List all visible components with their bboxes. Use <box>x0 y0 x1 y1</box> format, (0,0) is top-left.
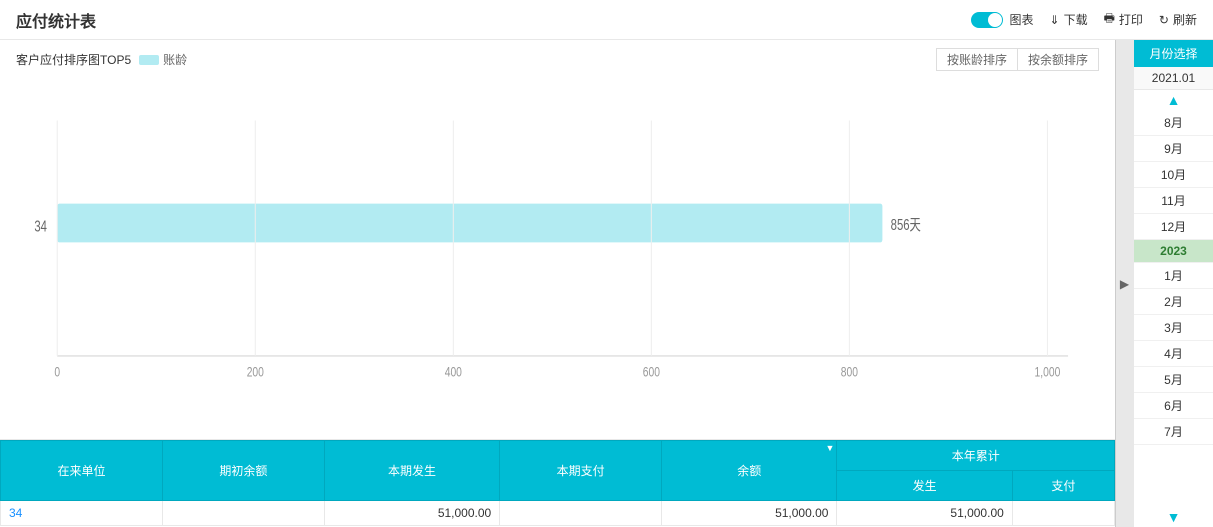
sidebar-title: 月份选择 <box>1134 40 1213 67</box>
svg-text:400: 400 <box>445 364 462 380</box>
page-title: 应付统计表 <box>16 8 96 32</box>
month-item[interactable]: 6月 <box>1134 393 1213 419</box>
print-icon: 🖶 <box>1104 9 1115 30</box>
sidebar-toggle[interactable]: ▶ <box>1115 40 1133 527</box>
toggle-track[interactable] <box>971 12 1003 28</box>
col-header-ytd-pay: 支付 <box>1012 471 1114 501</box>
col-header-unit: 在来单位 <box>1 441 163 501</box>
chart-wrapper: 34 856天 0 200 400 600 800 1,000 <box>0 79 1115 439</box>
month-item[interactable]: 4月 <box>1134 341 1213 367</box>
month-item[interactable]: 3月 <box>1134 315 1213 341</box>
balance-filter-icon[interactable]: ▼ <box>826 443 835 453</box>
chart-label: 图表 <box>1009 11 1033 28</box>
cell-ytd-pay <box>1012 501 1114 526</box>
legend-title: 客户应付排序图TOP5 <box>16 51 131 68</box>
toggle-knob <box>988 13 1002 27</box>
sort-by-age-button[interactable]: 按账龄排序 <box>936 48 1017 71</box>
svg-text:200: 200 <box>247 364 264 380</box>
cell-current-occur: 51,000.00 <box>324 501 499 526</box>
svg-text:600: 600 <box>643 364 660 380</box>
month-item[interactable]: 2023 <box>1134 240 1213 263</box>
sidebar-down-button[interactable]: ▼ <box>1134 507 1213 527</box>
print-label: 打印 <box>1119 11 1143 28</box>
col-header-current-occur: 本期发生 <box>324 441 499 501</box>
cell-balance: 51,000.00 <box>662 501 837 526</box>
svg-text:34: 34 <box>34 218 47 235</box>
sidebar-up-button[interactable]: ▲ <box>1134 90 1213 110</box>
legend-item-age: 账龄 <box>139 51 187 68</box>
header: 应付统计表 图表 ⇓ 下载 🖶 打印 ↻ 刷新 <box>0 0 1213 40</box>
data-table: 在来单位 期初余额 本期发生 本期支付 余额 ▼ 本年累计 发生 <box>0 440 1115 526</box>
refresh-icon: ↻ <box>1159 13 1169 27</box>
header-actions: 图表 ⇓ 下载 🖶 打印 ↻ 刷新 <box>971 9 1197 30</box>
svg-text:1,000: 1,000 <box>1035 364 1061 380</box>
svg-text:0: 0 <box>54 364 60 380</box>
month-item[interactable]: 7月 <box>1134 419 1213 445</box>
chart-sort-buttons: 按账龄排序 按余额排序 <box>936 48 1099 71</box>
month-item[interactable]: 9月 <box>1134 136 1213 162</box>
col-header-ytd: 本年累计 <box>837 441 1115 471</box>
table-header-row: 在来单位 期初余额 本期发生 本期支付 余额 ▼ 本年累计 <box>1 441 1115 471</box>
refresh-button[interactable]: ↻ 刷新 <box>1159 11 1197 28</box>
chart-legend: 客户应付排序图TOP5 账龄 <box>16 51 187 68</box>
page-container: 应付统计表 图表 ⇓ 下载 🖶 打印 ↻ 刷新 <box>0 0 1213 527</box>
download-icon: ⇓ <box>1050 13 1060 27</box>
svg-text:800: 800 <box>841 364 858 380</box>
month-item[interactable]: 10月 <box>1134 162 1213 188</box>
chevron-right-icon: ▶ <box>1120 277 1129 291</box>
col-header-ytd-occur: 发生 <box>837 471 1012 501</box>
month-item[interactable]: 5月 <box>1134 367 1213 393</box>
chart-section: 客户应付排序图TOP5 账龄 按账龄排序 按余额排序 34 <box>0 40 1115 527</box>
month-item[interactable]: 1月 <box>1134 263 1213 289</box>
col-header-opening: 期初余额 <box>162 441 324 501</box>
chart-svg: 34 856天 0 200 400 600 800 1,000 <box>16 79 1099 439</box>
svg-text:856天: 856天 <box>891 216 921 233</box>
col-header-current-pay: 本期支付 <box>500 441 662 501</box>
cell-opening <box>162 501 324 526</box>
sort-by-balance-button[interactable]: 按余额排序 <box>1017 48 1099 71</box>
chart-toggle[interactable]: 图表 <box>971 11 1033 28</box>
sidebar-months: 8月9月10月11月12月20231月2月3月4月5月6月7月 <box>1134 110 1213 507</box>
table-section: 在来单位 期初余额 本期发生 本期支付 余额 ▼ 本年累计 发生 <box>0 439 1115 526</box>
month-item[interactable]: 11月 <box>1134 188 1213 214</box>
month-item[interactable]: 8月 <box>1134 110 1213 136</box>
legend-color-label: 账龄 <box>163 51 187 68</box>
main-content: 客户应付排序图TOP5 账龄 按账龄排序 按余额排序 34 <box>0 40 1213 527</box>
year-input[interactable] <box>1134 67 1213 90</box>
cell-ytd-occur: 51,000.00 <box>837 501 1012 526</box>
month-item[interactable]: 12月 <box>1134 214 1213 240</box>
month-item[interactable]: 2月 <box>1134 289 1213 315</box>
col-header-balance: 余额 ▼ <box>662 441 837 501</box>
chart-header: 客户应付排序图TOP5 账龄 按账龄排序 按余额排序 <box>0 40 1115 79</box>
cell-unit[interactable]: 34 <box>1 501 163 526</box>
refresh-label: 刷新 <box>1173 11 1197 28</box>
download-button[interactable]: ⇓ 下载 <box>1050 11 1088 28</box>
download-label: 下载 <box>1064 11 1088 28</box>
print-button[interactable]: 🖶 打印 <box>1104 9 1143 30</box>
table-row: 34 51,000.00 51,000.00 51,000.00 <box>1 501 1115 526</box>
legend-color-box <box>139 55 159 65</box>
sidebar: 月份选择 ▲ 8月9月10月11月12月20231月2月3月4月5月6月7月 ▼ <box>1133 40 1213 527</box>
cell-current-pay <box>500 501 662 526</box>
